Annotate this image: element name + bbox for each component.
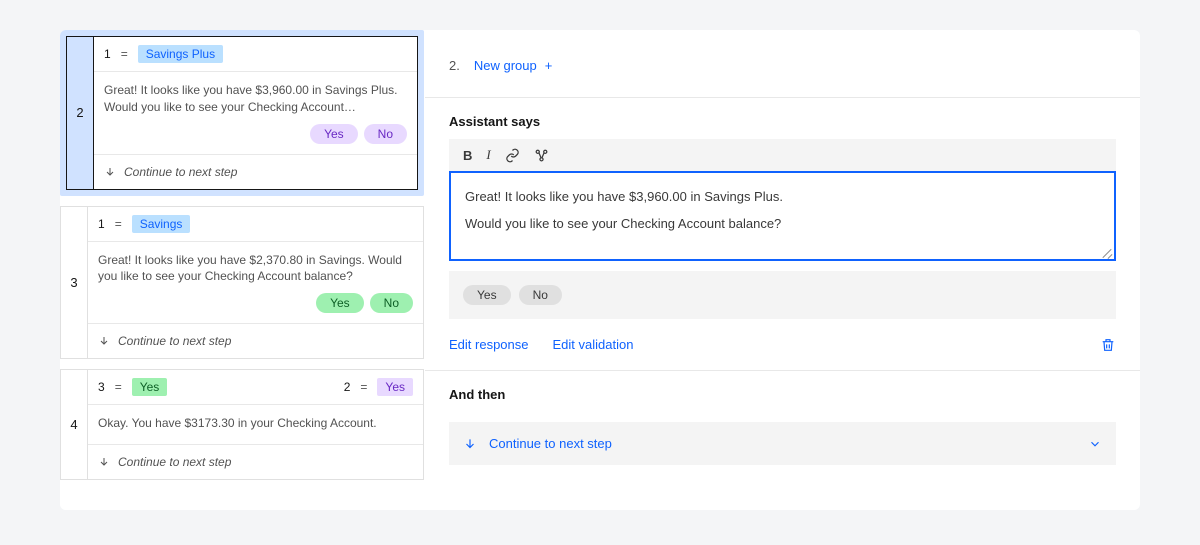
chevron-down-icon xyxy=(1088,437,1102,451)
step-body: 3 = Yes 2 = Yes Okay. You have $3173.30 … xyxy=(88,369,424,480)
edit-links-row: Edit response Edit validation xyxy=(425,319,1140,371)
link-button[interactable] xyxy=(505,148,520,163)
arrow-down-icon xyxy=(104,166,116,178)
continue-label: Continue to next step xyxy=(118,455,231,469)
step-card[interactable]: 2 1 = Savings Plus Great! It looks like … xyxy=(60,30,424,196)
condition-number: 1 xyxy=(104,47,111,61)
edit-response-link[interactable]: Edit response xyxy=(449,337,529,352)
editor-toolbar: B I xyxy=(449,139,1116,171)
condition-row: 3 = Yes 2 = Yes xyxy=(88,370,423,405)
resize-handle-icon[interactable] xyxy=(1102,247,1112,257)
step-message: Great! It looks like you have $3,960.00 … xyxy=(94,72,417,120)
arrow-down-icon xyxy=(98,335,110,347)
step-message: Great! It looks like you have $2,370.80 … xyxy=(88,242,423,290)
editor-line: Would you like to see your Checking Acco… xyxy=(465,216,1100,231)
plus-icon: + xyxy=(545,58,553,73)
condition-chip: Yes xyxy=(377,378,413,396)
trash-icon xyxy=(1100,337,1116,353)
condition-operator: = xyxy=(115,217,122,231)
steps-list: 2 1 = Savings Plus Great! It looks like … xyxy=(60,30,425,510)
condition-operator: = xyxy=(121,47,128,61)
italic-button[interactable]: I xyxy=(486,147,490,163)
arrow-down-icon xyxy=(98,456,110,468)
variable-button[interactable] xyxy=(534,148,549,163)
condition-number: 2 xyxy=(344,380,351,394)
option-no[interactable]: No xyxy=(364,124,407,144)
response-editor[interactable]: Great! It looks like you have $3,960.00 … xyxy=(449,171,1116,261)
step-number: 4 xyxy=(60,369,88,480)
delete-button[interactable] xyxy=(1100,337,1116,353)
step-number: 3 xyxy=(60,206,88,360)
condition-operator: = xyxy=(115,380,122,394)
option-yes[interactable]: Yes xyxy=(316,293,364,313)
step-body: 1 = Savings Great! It looks like you hav… xyxy=(88,206,424,360)
option-no[interactable]: No xyxy=(519,285,562,305)
continue-row[interactable]: Continue to next step xyxy=(88,445,423,479)
and-then-title: And then xyxy=(425,371,1140,412)
continue-row[interactable]: Continue to next step xyxy=(94,155,417,189)
group-header: 2. New group + xyxy=(425,40,1140,98)
step-card[interactable]: 4 3 = Yes 2 = Yes Okay. You have $3173.3… xyxy=(60,369,424,480)
response-options: Yes No xyxy=(449,271,1116,319)
continue-row[interactable]: Continue to next step xyxy=(88,324,423,358)
condition-number: 3 xyxy=(98,380,105,394)
condition-operator: = xyxy=(360,380,367,394)
edit-validation-link[interactable]: Edit validation xyxy=(553,337,634,352)
condition-row: 1 = Savings Plus xyxy=(94,37,417,72)
condition-chip: Yes xyxy=(132,378,168,396)
option-yes[interactable]: Yes xyxy=(310,124,358,144)
condition-row: 1 = Savings xyxy=(88,207,423,242)
continue-label: Continue to next step xyxy=(489,436,612,451)
step-message: Okay. You have $3173.30 in your Checking… xyxy=(88,405,423,445)
option-buttons: Yes No xyxy=(88,289,423,324)
option-buttons: Yes No xyxy=(94,120,417,155)
bold-button[interactable]: B xyxy=(463,148,472,163)
group-number: 2. xyxy=(449,58,460,73)
continue-label: Continue to next step xyxy=(118,334,231,348)
step-body: 1 = Savings Plus Great! It looks like yo… xyxy=(94,36,418,190)
arrow-down-icon xyxy=(463,437,477,451)
condition-number: 1 xyxy=(98,217,105,231)
new-group-link[interactable]: New group + xyxy=(474,58,552,73)
condition-chip: Savings Plus xyxy=(138,45,223,63)
step-number: 2 xyxy=(66,36,94,190)
step-card[interactable]: 3 1 = Savings Great! It looks like you h… xyxy=(60,206,424,360)
detail-panel: 2. New group + Assistant says B I Great!… xyxy=(425,30,1140,510)
assistant-says-title: Assistant says xyxy=(425,98,1140,139)
continue-label: Continue to next step xyxy=(124,165,237,179)
option-yes[interactable]: Yes xyxy=(463,285,511,305)
editor-line: Great! It looks like you have $3,960.00 … xyxy=(465,189,1100,204)
new-group-label: New group xyxy=(474,58,537,73)
condition-chip: Savings xyxy=(132,215,191,233)
option-no[interactable]: No xyxy=(370,293,413,313)
continue-bar[interactable]: Continue to next step xyxy=(449,422,1116,465)
